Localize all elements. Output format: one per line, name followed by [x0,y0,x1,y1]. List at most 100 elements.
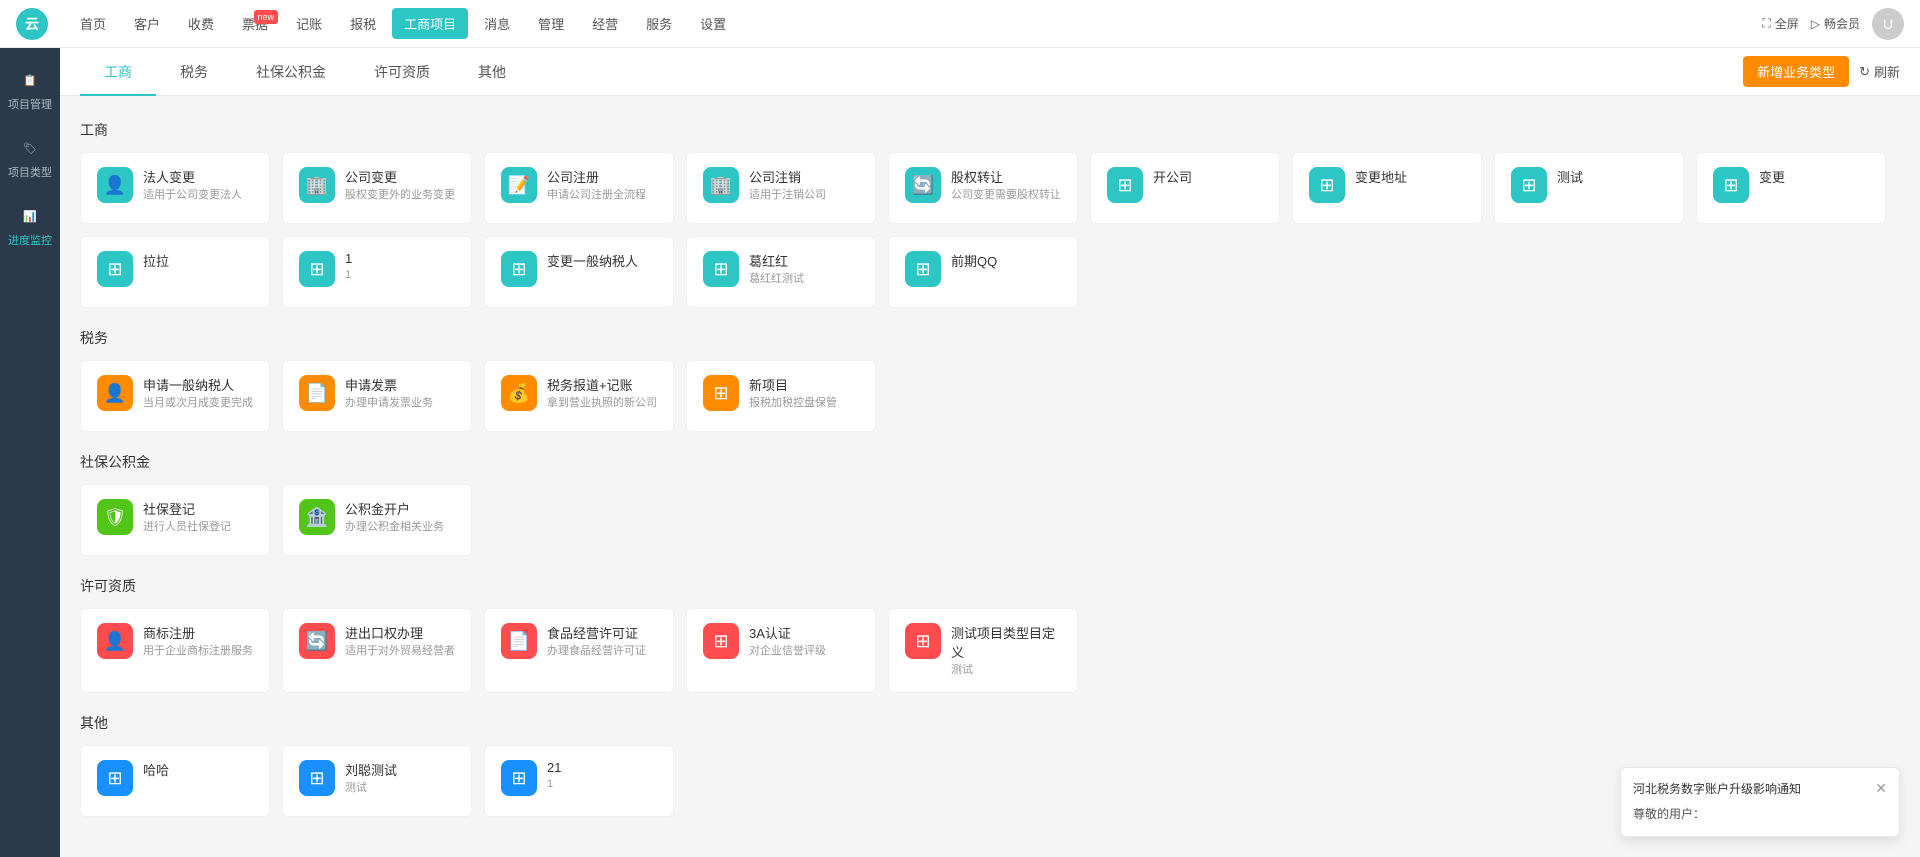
card-社保登记[interactable]: 🛡 社保登记 进行人员社保登记 [80,484,270,556]
tab-工商[interactable]: 工商 [80,48,156,96]
card-刘聪测试[interactable]: ⊞ 刘聪测试 测试 [282,745,472,817]
card-icon: 💰 [501,375,537,411]
card-法人变更[interactable]: 👤 法人变更 适用于公司变更法人 [80,152,270,224]
cards-grid-社保公积金: 🛡 社保登记 进行人员社保登记 🏦 公积金开户 办理公积金相关业务 [80,484,1900,556]
card-text: 社保登记 进行人员社保登记 [143,499,253,535]
card-title: 前期QQ [951,251,1061,270]
tab-其他[interactable]: 其他 [454,48,530,96]
card-21[interactable]: ⊞ 21 1 [484,745,674,817]
card-icon-symbol: 📄 [508,631,530,652]
avatar[interactable]: U [1872,8,1904,40]
vip-btn[interactable]: ▷ 畅会员 [1811,15,1860,32]
sidebar-label: 项目类型 [8,164,52,180]
card-text: 新项目 报税加税控盘保管 [749,375,859,411]
nav-badge: new [254,10,279,24]
card-icon: ⊞ [299,251,335,287]
card-股权转让[interactable]: 🔄 股权转让 公司变更需要股权转让 [888,152,1078,224]
card-icon-symbol: 📄 [306,383,328,404]
card-变更一般纳税人[interactable]: ⊞ 变更一般纳税人 [484,236,674,308]
card-进出口权办理[interactable]: 🔄 进出口权办理 适用于对外贸易经营者 [282,608,472,693]
card-desc: 进行人员社保登记 [143,520,253,535]
nav-item-首页[interactable]: 首页 [68,8,118,39]
card-开公司[interactable]: ⊞ 开公司 [1090,152,1280,224]
card-icon-symbol: 🛡 [104,507,127,528]
refresh-button[interactable]: ↻ 刷新 [1859,62,1900,81]
card-desc: 用于企业商标注册服务 [143,644,253,659]
tabs: 工商税务社保公积金许可资质其他 [80,48,530,95]
fullscreen-btn[interactable]: ⛶ 全屏 [1762,15,1798,32]
card-食品经营许可证[interactable]: 📄 食品经营许可证 办理食品经营许可证 [484,608,674,693]
notification-header: 河北税务数字账户升级影响通知 ✕ [1633,780,1887,797]
nav-items: 首页客户收费票据new记账报税工商项目消息管理经营服务设置 [68,8,1762,39]
sidebar-item-进度监控[interactable]: 📊 进度监控 [0,194,60,258]
card-icon: ⊞ [1713,167,1749,203]
sidebar-item-项目类型[interactable]: 🏷 项目类型 [0,126,60,190]
notification-close[interactable]: ✕ [1875,780,1887,797]
tab-bar: 工商税务社保公积金许可资质其他 新增业务类型 ↻ 刷新 [60,48,1920,96]
card-icon: 🔄 [905,167,941,203]
nav-item-经营[interactable]: 经营 [580,8,630,39]
tab-税务[interactable]: 税务 [156,48,232,96]
nav-item-消息[interactable]: 消息 [472,8,522,39]
card-新项目[interactable]: ⊞ 新项目 报税加税控盘保管 [686,360,876,432]
card-text: 变更 [1759,167,1869,188]
card-icon: ⊞ [1107,167,1143,203]
card-申请一般纳税人[interactable]: 👤 申请一般纳税人 当月或次月成变更完成 [80,360,270,432]
card-公积金开户[interactable]: 🏦 公积金开户 办理公积金相关业务 [282,484,472,556]
card-icon: ⊞ [501,760,537,796]
card-desc: 办理公积金相关业务 [345,520,455,535]
card-text: 股权转让 公司变更需要股权转让 [951,167,1061,203]
card-text: 前期QQ [951,251,1061,272]
card-哈哈[interactable]: ⊞ 哈哈 [80,745,270,817]
card-desc: 测试 [345,781,455,796]
sidebar-icon: 🏷 [18,136,42,160]
card-text: 3A认证 对企业信誉评级 [749,623,859,659]
nav-item-客户[interactable]: 客户 [122,8,172,39]
card-text: 商标注册 用于企业商标注册服务 [143,623,253,659]
nav-item-记账[interactable]: 记账 [284,8,334,39]
nav-item-票据[interactable]: 票据new [230,8,280,39]
card-前期QQ[interactable]: ⊞ 前期QQ [888,236,1078,308]
card-测试项目类型目定义[interactable]: ⊞ 测试项目类型目定义 测试 [888,608,1078,693]
card-text: 刘聪测试 测试 [345,760,455,796]
card-title: 公司注册 [547,167,657,186]
card-desc: 适用于公司变更法人 [143,188,253,203]
card-葛红红[interactable]: ⊞ 葛红红 葛红红测试 [686,236,876,308]
tab-社保公积金[interactable]: 社保公积金 [232,48,350,96]
card-1[interactable]: ⊞ 1 1 [282,236,472,308]
card-申请发票[interactable]: 📄 申请发票 办理申请发票业务 [282,360,472,432]
card-title: 商标注册 [143,623,253,642]
card-icon-symbol: ⊞ [107,259,122,280]
card-desc: 适用于对外贸易经营者 [345,644,455,659]
card-desc: 1 [345,268,455,283]
card-icon-symbol: 🔄 [306,631,328,652]
card-公司变更[interactable]: 🏢 公司变更 股权变更外的业务变更 [282,152,472,224]
content-area: 工商 👤 法人变更 适用于公司变更法人 🏢 公司变更 股权变更外的业务变更 📝 … [60,96,1920,853]
card-拉拉[interactable]: ⊞ 拉拉 [80,236,270,308]
new-type-button[interactable]: 新增业务类型 [1743,56,1849,87]
nav-item-收费[interactable]: 收费 [176,8,226,39]
card-变更[interactable]: ⊞ 变更 [1696,152,1886,224]
card-测试[interactable]: ⊞ 测试 [1494,152,1684,224]
card-公司注销[interactable]: 🏢 公司注销 适用于注销公司 [686,152,876,224]
tab-许可资质[interactable]: 许可资质 [350,48,454,96]
card-desc: 1 [547,777,657,792]
nav-item-设置[interactable]: 设置 [688,8,738,39]
card-公司注册[interactable]: 📝 公司注册 申请公司注册全流程 [484,152,674,224]
card-title: 21 [547,760,657,775]
card-title: 公司变更 [345,167,455,186]
card-text: 拉拉 [143,251,253,272]
card-商标注册[interactable]: 👤 商标注册 用于企业商标注册服务 [80,608,270,693]
card-icon: ⊞ [703,375,739,411]
section-title-工商: 工商 [80,120,1900,140]
nav-item-报税[interactable]: 报税 [338,8,388,39]
card-icon: ⊞ [905,623,941,659]
sidebar-item-项目管理[interactable]: 📋 项目管理 [0,58,60,122]
nav-item-服务[interactable]: 服务 [634,8,684,39]
nav-item-工商项目[interactable]: 工商项目 [392,8,468,39]
card-变更地址[interactable]: ⊞ 变更地址 [1292,152,1482,224]
card-3A认证[interactable]: ⊞ 3A认证 对企业信誉评级 [686,608,876,693]
nav-item-管理[interactable]: 管理 [526,8,576,39]
card-税务报道+记账[interactable]: 💰 税务报道+记账 拿到营业执照的新公司 [484,360,674,432]
fullscreen-icon: ⛶ [1762,16,1770,31]
